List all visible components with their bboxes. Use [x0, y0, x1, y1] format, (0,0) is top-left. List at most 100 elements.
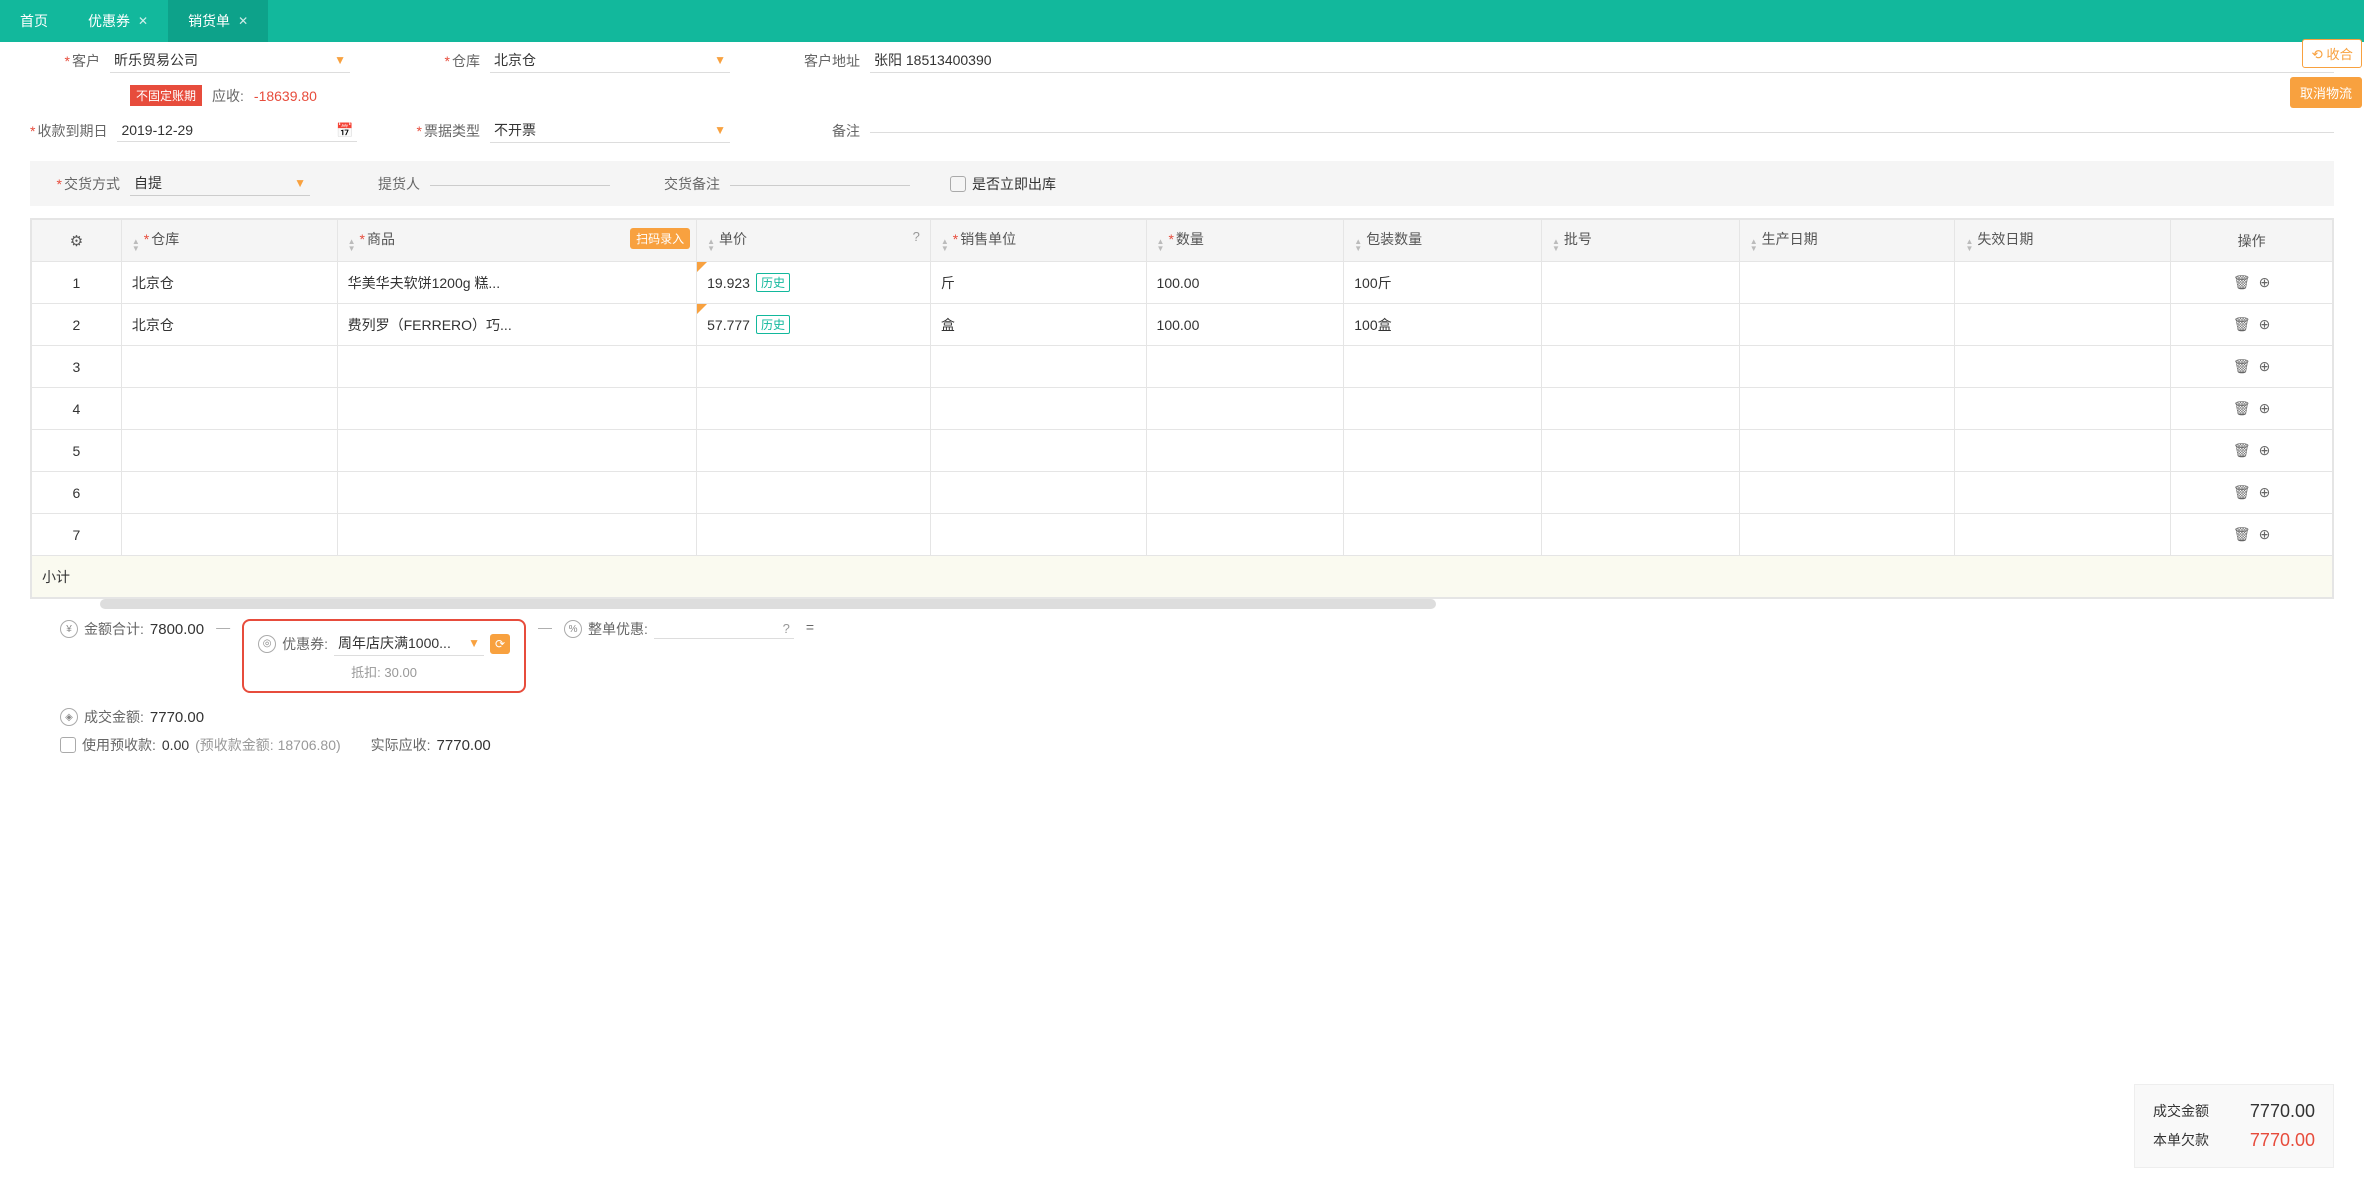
sort-icon: ▲▼ — [1965, 238, 1973, 252]
scan-badge[interactable]: 扫码录入 — [630, 228, 690, 249]
pickup-label: 提货人 — [350, 174, 420, 194]
table-row[interactable]: 1 北京仓 华美华夫软饼1200g 糕... 19.923历史 斤 100.00… — [32, 262, 2333, 304]
use-prepay-label: 使用预收款: — [82, 735, 156, 755]
col-qty[interactable]: ▲▼*数量 — [1146, 220, 1344, 262]
footer-line3: 使用预收款: 0.00 (预收款金额: 18706.80) 实际应收: 7770… — [30, 731, 2334, 759]
chevron-down-icon: ▼ — [294, 176, 306, 190]
coupon-label: 优惠券: — [282, 634, 328, 654]
col-batch[interactable]: ▲▼批号 — [1542, 220, 1740, 262]
table-row[interactable]: 5 🗑⊕ — [32, 430, 2333, 472]
tab-coupon[interactable]: 优惠券✕ — [68, 0, 168, 42]
sort-icon: ▲▼ — [941, 238, 949, 252]
help-icon[interactable]: ? — [783, 621, 790, 636]
unfixed-period-badge: 不固定账期 — [130, 85, 202, 106]
sort-icon: ▲▼ — [1552, 238, 1560, 252]
col-expire-date[interactable]: ▲▼失效日期 — [1955, 220, 2171, 262]
delete-icon[interactable]: 🗑 — [2233, 484, 2251, 501]
close-icon[interactable]: ✕ — [238, 14, 248, 28]
pickup-input[interactable] — [430, 181, 610, 186]
receivable-value: -18639.80 — [254, 88, 317, 104]
remark-input[interactable] — [870, 128, 2334, 133]
col-price[interactable]: ▲▼单价? — [697, 220, 931, 262]
table-row[interactable]: 4 🗑⊕ — [32, 388, 2333, 430]
add-icon[interactable]: ⊕ — [2259, 526, 2271, 543]
bill-type-select[interactable]: 不开票▼ — [490, 118, 730, 143]
use-prepay-value: 0.00 — [162, 737, 189, 753]
table-row[interactable]: 3 🗑⊕ — [32, 346, 2333, 388]
horizontal-scrollbar[interactable] — [100, 599, 1436, 609]
receivable-label: 应收: — [212, 86, 244, 106]
col-warehouse[interactable]: ▲▼*仓库 — [121, 220, 337, 262]
settings-header[interactable]: ⚙ — [32, 220, 122, 262]
checkbox-icon — [950, 176, 966, 192]
collapse-button[interactable]: ⟲ 收合 — [2302, 39, 2362, 68]
deal-icon: ◈ — [60, 708, 78, 726]
summary-owed-label: 本单欠款 — [2153, 1130, 2209, 1151]
items-table: ⚙ ▲▼*仓库 ▲▼*商品扫码录入 ▲▼单价? ▲▼*销售单位 ▲▼*数量 ▲▼… — [30, 218, 2334, 599]
summary-box: 成交金额 7770.00 本单欠款 7770.00 — [2134, 1084, 2334, 1168]
deal-label: 成交金额: — [84, 707, 144, 727]
table-row[interactable]: 6 🗑⊕ — [32, 472, 2333, 514]
delivery-method-select[interactable]: 自提▼ — [130, 171, 310, 196]
delete-icon[interactable]: 🗑 — [2233, 442, 2251, 459]
actual-value: 7770.00 — [437, 737, 491, 754]
total-value: 7800.00 — [150, 621, 204, 638]
delivery-remark-input[interactable] — [730, 181, 910, 186]
col-unit[interactable]: ▲▼*销售单位 — [930, 220, 1146, 262]
summary-deal-value: 7770.00 — [2250, 1101, 2315, 1122]
col-product[interactable]: ▲▼*商品扫码录入 — [337, 220, 697, 262]
address-label: 客户地址 — [790, 51, 860, 71]
coupon-deduct-row: 抵扣: 30.00 — [258, 662, 510, 681]
tab-home[interactable]: 首页 — [0, 0, 68, 42]
tab-sales-order[interactable]: 销货单✕ — [168, 0, 268, 42]
add-icon[interactable]: ⊕ — [2259, 484, 2271, 501]
delete-icon[interactable]: 🗑 — [2233, 400, 2251, 417]
add-icon[interactable]: ⊕ — [2259, 274, 2271, 291]
delete-icon[interactable]: 🗑 — [2233, 526, 2251, 543]
chevron-down-icon: ▼ — [714, 53, 726, 67]
add-icon[interactable]: ⊕ — [2259, 316, 2271, 333]
summary-deal-label: 成交金额 — [2153, 1101, 2209, 1122]
chevron-down-icon: ▼ — [468, 636, 480, 650]
dash-icon: — — [538, 619, 552, 635]
sort-icon: ▲▼ — [1157, 238, 1165, 252]
delivery-row: *交货方式 自提▼ 提货人 交货备注 是否立即出库 — [30, 161, 2334, 206]
sort-icon: ▲▼ — [348, 238, 356, 252]
dash-icon: — — [216, 619, 230, 635]
add-icon[interactable]: ⊕ — [2259, 400, 2271, 417]
order-discount-label: 整单优惠: — [588, 619, 648, 639]
close-icon[interactable]: ✕ — [138, 14, 148, 28]
discount-icon: % — [564, 620, 582, 638]
customer-select[interactable]: 昕乐贸易公司▼ — [110, 48, 350, 73]
warehouse-label: *仓库 — [410, 51, 480, 71]
delete-icon[interactable]: 🗑 — [2233, 358, 2251, 375]
col-pack-qty[interactable]: ▲▼包装数量 — [1344, 220, 1542, 262]
help-icon[interactable]: ? — [913, 229, 920, 244]
coupon-select[interactable]: 周年店庆满1000...▼ — [334, 631, 484, 656]
equals-icon: = — [806, 619, 814, 635]
delete-icon[interactable]: 🗑 — [2233, 274, 2251, 291]
paydate-label: *收款到期日 — [30, 121, 107, 141]
table-row[interactable]: 7 🗑⊕ — [32, 514, 2333, 556]
cancel-logistics-button[interactable]: 取消物流 — [2290, 77, 2362, 108]
table-row[interactable]: 2 北京仓 费列罗（FERRERO）巧... 57.777历史 盒 100.00… — [32, 304, 2333, 346]
gear-icon: ⚙ — [70, 233, 83, 250]
warehouse-select[interactable]: 北京仓▼ — [490, 48, 730, 73]
add-icon[interactable]: ⊕ — [2259, 358, 2271, 375]
ship-now-checkbox[interactable]: 是否立即出库 — [950, 174, 1056, 194]
chevron-down-icon: ▼ — [714, 123, 726, 137]
order-discount-input[interactable]: ? — [654, 619, 794, 639]
col-prod-date[interactable]: ▲▼生产日期 — [1739, 220, 1955, 262]
subtotal-row: 小计 — [32, 556, 2333, 598]
deal-value: 7770.00 — [150, 709, 204, 726]
paydate-input[interactable]: 2019-12-29📅 — [117, 120, 357, 142]
sort-icon: ▲▼ — [1354, 238, 1362, 252]
col-action: 操作 — [2171, 220, 2333, 262]
add-icon[interactable]: ⊕ — [2259, 442, 2271, 459]
sort-icon: ▲▼ — [707, 238, 715, 252]
delete-icon[interactable]: 🗑 — [2233, 316, 2251, 333]
checkbox-icon[interactable] — [60, 737, 76, 753]
refresh-button[interactable]: ⟳ — [490, 634, 510, 654]
total-label: 金额合计: — [84, 619, 144, 639]
address-select[interactable]: 张阳 18513400390▼ — [870, 48, 2334, 73]
